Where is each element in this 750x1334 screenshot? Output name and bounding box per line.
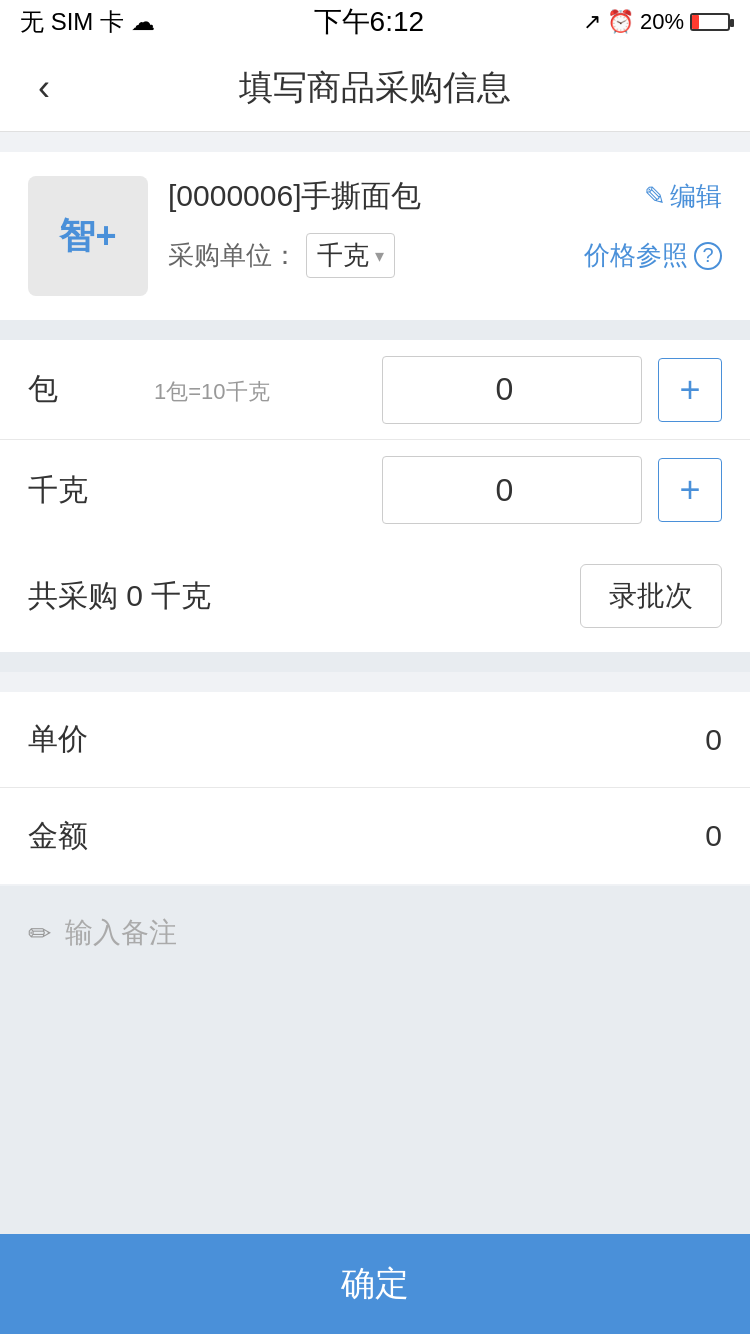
product-logo: 智+ [59,212,116,261]
battery-icon [690,13,730,31]
status-time: 下午6:12 [314,3,425,41]
kg-input[interactable] [382,456,642,524]
package-plus-button[interactable]: + [658,358,722,422]
product-image: 智+ [28,176,148,296]
chevron-down-icon: ▾ [375,245,384,267]
location-icon: ↗ [583,9,601,35]
nav-bar: ‹ 填写商品采购信息 [0,44,750,132]
edit-label: 编辑 [670,179,722,214]
kg-label: 千克 [28,470,148,511]
product-name: [0000006]手撕面包 [168,176,421,217]
info-icon: ? [694,242,722,270]
purchase-unit-label: 采购单位： [168,238,298,273]
amount-value: 0 [705,819,722,853]
input-section: 包 1包=10千克 + 千克 + [0,340,750,540]
package-input[interactable] [382,356,642,424]
battery-label: 20% [640,9,684,35]
edit-icon: ✎ [644,181,666,212]
summary-row: 共采购 0 千克 录批次 [0,540,750,652]
unit-price-value: 0 [705,723,722,757]
price-ref-button[interactable]: 价格参照 ? [584,238,722,273]
package-row: 包 1包=10千克 + [0,340,750,440]
divider-1 [0,320,750,340]
divider-2 [0,652,750,672]
kg-row: 千克 + [0,440,750,540]
back-button[interactable]: ‹ [28,57,60,119]
status-right: ↗ ⏰ 20% [583,9,730,35]
amount-label: 金额 [28,816,88,857]
edit-button[interactable]: ✎ 编辑 [644,179,722,214]
status-bar: 无 SIM 卡 ☁ 下午6:12 ↗ ⏰ 20% [0,0,750,44]
record-batch-button[interactable]: 录批次 [580,564,722,628]
sim-label: 无 SIM 卡 ☁ [20,6,155,38]
package-field-wrap: + [270,356,722,424]
status-left: 无 SIM 卡 ☁ [20,6,155,38]
unit-price-row: 单价 0 [0,692,750,788]
product-info: [0000006]手撕面包 ✎ 编辑 采购单位： 千克 ▾ 价格参照 ? [168,176,722,278]
package-label: 包 [28,369,148,410]
package-sublabel: 1包=10千克 [154,377,270,407]
price-info-section: 单价 0 金额 0 [0,692,750,884]
page-title: 填写商品采购信息 [239,65,511,111]
purchase-unit-row: 采购单位： 千克 ▾ 价格参照 ? [168,233,722,278]
product-name-row: [0000006]手撕面包 ✎ 编辑 [168,176,722,217]
unit-select[interactable]: 千克 ▾ [306,233,395,278]
amount-row: 金额 0 [0,788,750,884]
alarm-icon: ⏰ [607,9,634,35]
product-card: 智+ [0000006]手撕面包 ✎ 编辑 采购单位： 千克 ▾ [0,152,750,320]
confirm-button[interactable]: 确定 [0,1234,750,1334]
summary-text: 共采购 0 千克 [28,576,211,617]
kg-field-wrap: + [148,456,722,524]
notes-section[interactable]: ✏ 输入备注 [0,886,750,980]
unit-value: 千克 [317,238,369,273]
notes-placeholder: 输入备注 [65,914,177,952]
kg-plus-button[interactable]: + [658,458,722,522]
pencil-icon: ✏ [28,917,51,950]
price-ref-label: 价格参照 [584,238,688,273]
unit-price-label: 单价 [28,719,88,760]
